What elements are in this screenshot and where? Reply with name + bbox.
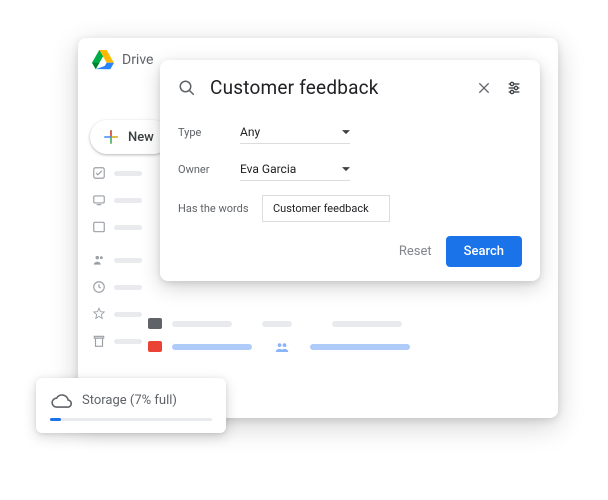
filter-words-input[interactable]: Customer feedback [262, 195, 390, 222]
filter-type: Type Any [178, 121, 522, 144]
plus-icon [102, 128, 120, 146]
filter-type-select[interactable]: Any [240, 121, 350, 144]
new-button-label: New [128, 130, 154, 145]
trash-icon [92, 334, 106, 348]
app-name: Drive [122, 52, 153, 68]
caret-down-icon [342, 167, 350, 172]
shared-icon [274, 342, 290, 352]
content-row[interactable] [148, 318, 538, 329]
people-icon [92, 253, 106, 267]
filter-words-label: Has the words [178, 202, 262, 215]
caret-down-icon [342, 130, 350, 135]
content-area [148, 318, 538, 352]
folder-icon [92, 220, 106, 234]
sidebar [92, 166, 142, 348]
storage-progress [50, 418, 212, 421]
filter-type-label: Type [178, 126, 240, 139]
filter-options-icon[interactable] [506, 80, 522, 96]
sidebar-item-people[interactable] [92, 253, 142, 267]
drive-logo-icon [92, 50, 114, 70]
search-panel: Customer feedback Type Any Owner Eva Gar… [160, 60, 540, 281]
folder-block-icon [148, 318, 162, 329]
sidebar-item-recent[interactable] [92, 280, 142, 294]
search-button[interactable]: Search [446, 236, 522, 267]
sidebar-item-shared[interactable] [92, 220, 142, 234]
sidebar-item-trash[interactable] [92, 334, 142, 348]
search-icon[interactable] [178, 79, 196, 97]
devices-icon [92, 193, 106, 207]
file-block-icon [148, 341, 162, 352]
cloud-icon [50, 392, 72, 408]
filter-owner-select[interactable]: Eva Garcia [240, 158, 350, 181]
sidebar-item-starred[interactable] [92, 307, 142, 321]
clock-icon [92, 280, 106, 294]
search-input[interactable]: Customer feedback [210, 76, 462, 99]
storage-label: Storage (7% full) [82, 393, 177, 408]
content-row-selected[interactable] [148, 341, 538, 352]
filter-words: Has the words Customer feedback [178, 195, 522, 222]
filter-owner-label: Owner [178, 163, 240, 176]
storage-card[interactable]: Storage (7% full) [36, 378, 226, 433]
sidebar-item-mydrive[interactable] [92, 166, 142, 180]
star-icon [92, 307, 106, 321]
checkbox-icon [92, 166, 106, 180]
filter-owner: Owner Eva Garcia [178, 158, 522, 181]
reset-button[interactable]: Reset [399, 244, 432, 259]
sidebar-item-computers[interactable] [92, 193, 142, 207]
storage-progress-fill [50, 418, 61, 421]
new-button[interactable]: New [90, 120, 170, 154]
clear-icon[interactable] [476, 80, 492, 96]
